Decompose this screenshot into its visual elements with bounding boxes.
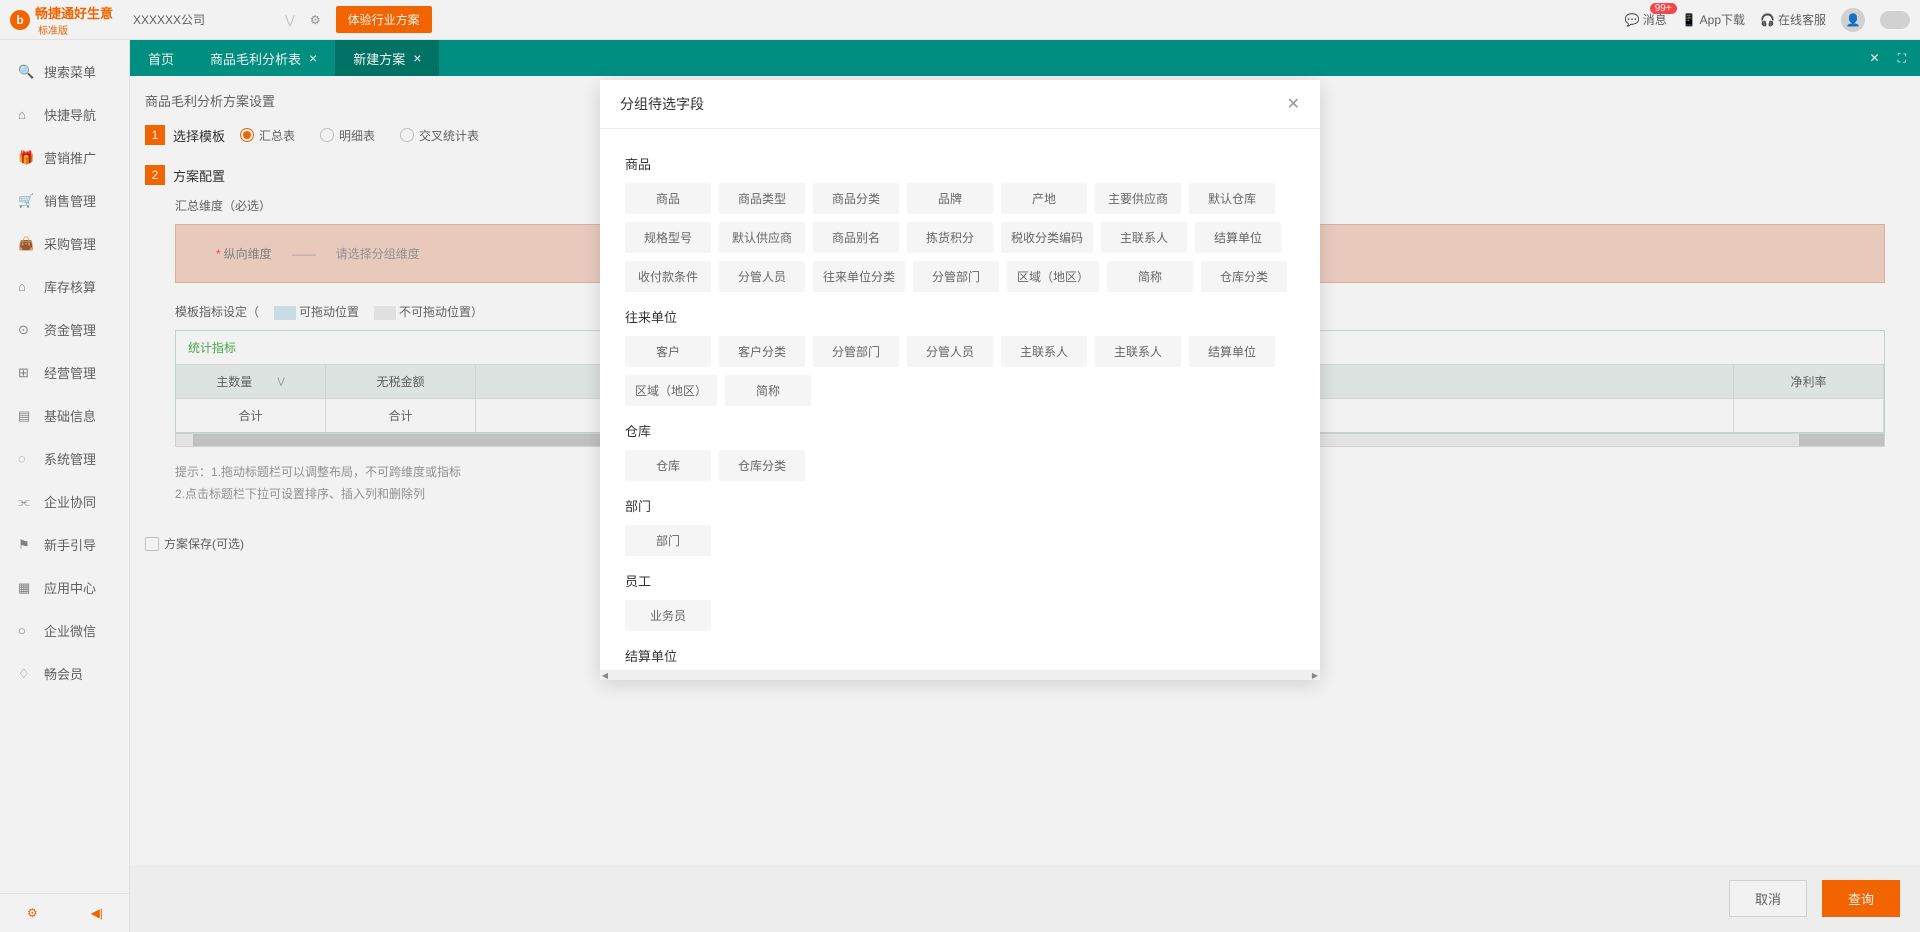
field-group-title: 结算单位 xyxy=(625,646,1295,665)
field-tag[interactable]: 区域（地区） xyxy=(625,375,717,406)
modal-horizontal-scrollbar[interactable]: ◀ ▶ xyxy=(600,670,1320,680)
modal-title: 分组待选字段 xyxy=(620,94,704,114)
field-tag[interactable]: 商品别名 xyxy=(813,222,899,253)
field-tag[interactable]: 商品分类 xyxy=(813,183,899,214)
scroll-left-icon[interactable]: ◀ xyxy=(600,671,610,680)
field-tag[interactable]: 简称 xyxy=(1107,261,1193,292)
field-tag[interactable]: 部门 xyxy=(625,525,711,556)
field-tag[interactable]: 产地 xyxy=(1001,183,1087,214)
field-group-3: 部门部门 xyxy=(625,496,1295,556)
field-tag[interactable]: 仓库 xyxy=(625,450,711,481)
field-tag[interactable]: 区域（地区） xyxy=(1007,261,1099,292)
field-tag[interactable]: 结算单位 xyxy=(1189,336,1275,367)
field-tag[interactable]: 分管人员 xyxy=(907,336,993,367)
field-tag[interactable]: 分管人员 xyxy=(719,261,805,292)
field-tag[interactable]: 税收分类编码 xyxy=(1001,222,1093,253)
field-tag[interactable]: 仓库分类 xyxy=(1201,261,1287,292)
field-tag[interactable]: 商品类型 xyxy=(719,183,805,214)
field-group-title: 部门 xyxy=(625,496,1295,515)
modal-header: 分组待选字段 ✕ xyxy=(600,80,1320,129)
field-group-title: 仓库 xyxy=(625,421,1295,440)
field-tag[interactable]: 业务员 xyxy=(625,600,711,631)
field-group-4: 员工业务员 xyxy=(625,571,1295,631)
field-group-title: 商品 xyxy=(625,154,1295,173)
field-tag[interactable]: 客户分类 xyxy=(719,336,805,367)
field-tag[interactable]: 主要供应商 xyxy=(1095,183,1181,214)
field-tag[interactable]: 主联系人 xyxy=(1001,336,1087,367)
field-tag[interactable]: 拣货积分 xyxy=(907,222,993,253)
field-tag[interactable]: 默认供应商 xyxy=(719,222,805,253)
field-tag[interactable]: 主联系人 xyxy=(1101,222,1187,253)
field-selector-modal: 分组待选字段 ✕ 商品商品商品类型商品分类品牌产地主要供应商默认仓库规格型号默认… xyxy=(600,80,1320,680)
field-group-0: 商品商品商品类型商品分类品牌产地主要供应商默认仓库规格型号默认供应商商品别名拣货… xyxy=(625,154,1295,292)
scroll-right-icon[interactable]: ▶ xyxy=(1310,671,1320,680)
field-group-5: 结算单位结算客户主联系人结算单位收付款条件分管人员分管部门区域（地区）简称 xyxy=(625,646,1295,670)
field-group-title: 往来单位 xyxy=(625,307,1295,326)
modal-body: 商品商品商品类型商品分类品牌产地主要供应商默认仓库规格型号默认供应商商品别名拣货… xyxy=(600,129,1320,670)
field-tag[interactable]: 规格型号 xyxy=(625,222,711,253)
field-tag[interactable]: 品牌 xyxy=(907,183,993,214)
field-tag[interactable]: 客户 xyxy=(625,336,711,367)
field-tag[interactable]: 结算单位 xyxy=(1195,222,1281,253)
field-tag[interactable]: 分管部门 xyxy=(813,336,899,367)
field-tag[interactable]: 收付款条件 xyxy=(625,261,711,292)
field-tag[interactable]: 仓库分类 xyxy=(719,450,805,481)
field-group-1: 往来单位客户客户分类分管部门分管人员主联系人主联系人结算单位区域（地区）简称 xyxy=(625,307,1295,406)
field-group-title: 员工 xyxy=(625,571,1295,590)
field-tag[interactable]: 往来单位分类 xyxy=(813,261,905,292)
field-tag[interactable]: 分管部门 xyxy=(913,261,999,292)
field-tag[interactable]: 简称 xyxy=(725,375,811,406)
field-tag[interactable]: 商品 xyxy=(625,183,711,214)
field-tag[interactable]: 主联系人 xyxy=(1095,336,1181,367)
field-tag[interactable]: 默认仓库 xyxy=(1189,183,1275,214)
modal-close-button[interactable]: ✕ xyxy=(1287,94,1300,114)
field-group-2: 仓库仓库仓库分类 xyxy=(625,421,1295,481)
